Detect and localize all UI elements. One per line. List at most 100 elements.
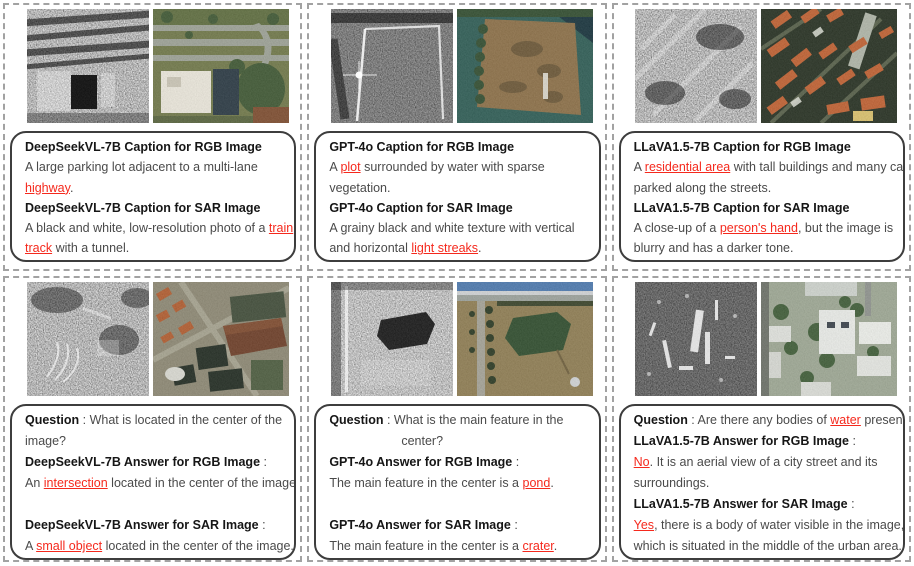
bold-label: LLaVA1.5-7B Answer for RGB Image [633,434,849,448]
highlighted-term: intersection [43,476,108,490]
text-line: GPT-4o Answer for SAR Image : [329,515,588,536]
bold-label: GPT-4o Caption for SAR Image [329,200,513,215]
panel-llava-caption: LLaVA1.5-7B Caption for RGB Image A resid… [611,3,911,271]
text-line: A grainy black and white texture with ve… [329,218,588,238]
text-line: GPT-4o Caption for RGB Image [329,137,588,157]
bold-label: DeepSeekVL-7B Answer for RGB Image [25,455,261,469]
image-pair [314,9,604,123]
text-segment: parked along the streets. [633,180,772,195]
text-segment: A black and white, low-resolution photo … [25,221,269,236]
image-pair [314,282,604,396]
rgb-image-canvas [456,9,593,123]
text-line: GPT-4o Caption for SAR Image [329,198,588,218]
text-segment: A [329,160,341,175]
rgb-image [456,282,593,396]
text-line: track with a tunnel. [25,238,284,258]
text-segment: A [633,160,645,175]
rgb-image-canvas [152,282,289,396]
sar-image-canvas [330,9,453,123]
bold-label: Question [329,413,384,427]
bold-label: DeepSeekVL-7B Answer for SAR Image [25,518,259,532]
caption-box: LLaVA1.5-7B Caption for RGB Image A resid… [618,131,905,262]
text-segment: : What is the main feature in the [383,413,564,427]
sar-image-canvas [26,282,149,396]
text-line: Question : Are there any bodies of water… [633,410,903,431]
caption-box: DeepSeekVL-7B Caption for RGB Image A lar… [10,131,297,262]
highlighted-term: train [268,221,294,236]
rgb-image [152,9,289,123]
text-line: center? [329,431,588,452]
sar-image [635,282,758,396]
text-line: A plot surrounded by water with sparse [329,157,588,177]
text-line: DeepSeekVL-7B Caption for SAR Image [25,198,284,218]
text-line: LLaVA1.5-7B Answer for RGB Image : [634,431,893,452]
highlighted-term: track [25,241,53,256]
panel-deepseek-caption: DeepSeekVL-7B Caption for RGB Image A lar… [3,3,303,271]
text-line: LLaVA1.5-7B Answer for SAR Image : [634,494,893,515]
sar-image [635,9,758,123]
rgb-image-canvas [456,282,593,396]
text-segment: : [848,434,856,448]
text-segment: and horizontal [329,241,412,256]
text-line: A small object located in the center of … [25,536,294,557]
highlighted-term: pond [522,476,551,490]
text-segment: The main feature in the center is a [329,476,523,490]
text-line: highway. [25,178,284,198]
text-segment: A grainy black and white texture with ve… [329,221,575,236]
text-line: LLaVA1.5-7B Caption for RGB Image [634,137,893,157]
text-segment: located in the center of the image. [102,539,294,553]
text-line: surroundings. [634,473,893,494]
panel-deepseek-vqa: Question : What is located in the center… [3,276,303,562]
bold-label: Question [633,413,688,427]
text-line: which is situated in the middle of the u… [634,536,902,557]
text-segment: surrounded by water with sparse [360,160,545,175]
rgb-image [456,9,593,123]
text-segment: An [25,476,44,490]
text-line: vegetation. [329,178,588,198]
text-segment: : [847,497,855,511]
sar-image [26,282,149,396]
text-segment: present? [864,413,903,427]
bold-label: GPT-4o Answer for SAR Image [329,518,511,532]
panel-llava-vqa: Question : Are there any bodies of water… [611,276,911,562]
highlighted-term: small object [36,539,103,553]
text-line: A close-up of a person's hand, but the i… [634,218,894,238]
text-segment: vegetation. [329,180,391,195]
text-line: and horizontal light streaks. [329,238,588,258]
panel-gpt4o-vqa: Question : What is the main feature in t… [307,276,607,562]
sar-image-canvas [635,9,758,123]
text-line: A residential area with tall buildings a… [633,157,903,177]
text-line: Question : What is the main feature in t… [329,410,588,431]
text-line: A large parking lot adjacent to a multi-… [25,157,284,177]
image-pair [619,9,909,123]
sar-image [26,9,149,123]
bold-label: Question [25,413,80,427]
figure-grid: DeepSeekVL-7B Caption for RGB Image A lar… [0,0,914,566]
text-segment: which is situated in the middle of the u… [633,539,902,553]
text-segment: . [478,241,482,256]
text-segment: blurry and has a darker tone. [633,241,794,256]
text-line: DeepSeekVL-7B Answer for SAR Image : [25,515,284,536]
text-segment: A [25,539,37,553]
sar-image [330,9,453,123]
text-segment: located in the center of the image. [107,476,297,490]
text-segment: . [553,539,558,553]
text-segment: , but the image is [797,221,894,236]
bold-label: GPT-4o Caption for RGB Image [329,140,515,154]
highlighted-term: No [633,455,650,469]
image-pair [10,9,300,123]
highlighted-term: plot [340,160,361,175]
highlighted-term: Yes [633,518,655,532]
rgb-image-canvas [761,9,898,123]
text-line: parked along the streets. [634,178,893,198]
rgb-image [152,282,289,396]
highlighted-term: crater [522,539,554,553]
sar-image-canvas [330,282,453,396]
text-segment: : What is located in the center of the [79,413,283,427]
text-line: DeepSeekVL-7B Caption for RGB Image [25,137,284,157]
text-line: The main feature in the center is a pond… [329,473,588,494]
bold-label: LLaVA1.5-7B Caption for SAR Image [633,200,850,215]
rgb-image-canvas [761,282,898,396]
qa-box: Question : Are there any bodies of water… [618,404,905,560]
text-line [329,494,588,515]
